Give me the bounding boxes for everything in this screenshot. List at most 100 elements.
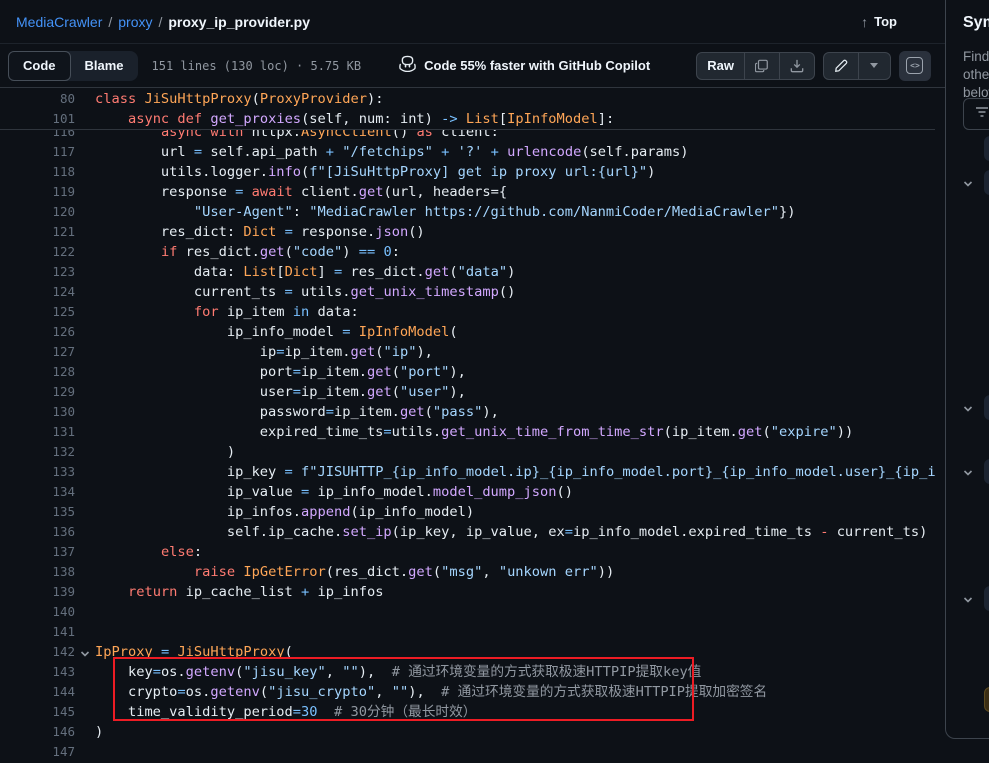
code-viewer: 116 async with httpx.AsyncClient() as cl… bbox=[0, 89, 935, 763]
line-number[interactable]: 143 bbox=[0, 662, 75, 682]
line-number[interactable]: 136 bbox=[0, 522, 75, 542]
code-token: List bbox=[243, 264, 276, 280]
code-token: = bbox=[326, 404, 334, 420]
edit-button[interactable] bbox=[823, 52, 859, 80]
line-number[interactable]: 142 bbox=[0, 642, 75, 662]
code-token bbox=[318, 704, 334, 720]
line-number[interactable]: 147 bbox=[0, 742, 75, 762]
line-number[interactable]: 131 bbox=[0, 422, 75, 442]
chevron-down-icon[interactable] bbox=[962, 593, 974, 611]
code-square-icon: <> bbox=[906, 57, 923, 74]
symbol-chip[interactable] bbox=[984, 395, 989, 420]
download-button[interactable] bbox=[780, 52, 815, 80]
chevron-down-icon[interactable] bbox=[962, 466, 974, 484]
line-number[interactable]: 138 bbox=[0, 562, 75, 582]
code-text: if res_dict.get("code") == 0: bbox=[95, 242, 400, 262]
symbol-chip[interactable] bbox=[984, 459, 989, 484]
edit-dropdown-button[interactable] bbox=[859, 52, 891, 80]
code-token: class bbox=[95, 91, 136, 107]
code-line: 123 data: List[Dict] = res_dict.get("dat… bbox=[0, 262, 935, 282]
code-token: ip_item. bbox=[334, 404, 400, 420]
line-number[interactable]: 117 bbox=[0, 142, 75, 162]
line-number[interactable]: 127 bbox=[0, 342, 75, 362]
code-token: get bbox=[367, 364, 392, 380]
line-number[interactable]: 121 bbox=[0, 222, 75, 242]
symbol-chip[interactable] bbox=[984, 586, 989, 611]
symbol-chip[interactable] bbox=[984, 687, 989, 712]
line-number[interactable]: 140 bbox=[0, 602, 75, 622]
chevron-down-icon[interactable] bbox=[962, 177, 974, 195]
code-token: "MediaCrawler https://github.com/NanmiCo… bbox=[309, 204, 779, 220]
code-token: ) bbox=[342, 244, 358, 260]
code-token: = bbox=[293, 704, 301, 720]
tab-code[interactable]: Code bbox=[8, 51, 71, 81]
code-line: 147 bbox=[0, 742, 935, 762]
code-token: ip_cache_list bbox=[177, 584, 301, 600]
code-text: url = self.api_path + "/fetchips" + '?' … bbox=[95, 142, 688, 162]
copilot-banner[interactable]: Code 55% faster with GitHub Copilot bbox=[399, 55, 650, 77]
symbols-panel-description-line: Find bbox=[963, 48, 989, 66]
code-token: info bbox=[268, 164, 301, 180]
code-text: self.ip_cache.set_ip(ip_key, ip_value, e… bbox=[95, 522, 927, 542]
code-token: in bbox=[293, 304, 309, 320]
code-token: '?' bbox=[458, 144, 483, 160]
code-token bbox=[95, 544, 161, 560]
code-token: 0 bbox=[383, 244, 391, 260]
line-number[interactable]: 120 bbox=[0, 202, 75, 222]
symbol-chip[interactable] bbox=[984, 170, 989, 195]
line-number[interactable]: 145 bbox=[0, 702, 75, 722]
code-token: get bbox=[425, 264, 450, 280]
symbol-chip[interactable] bbox=[984, 136, 989, 161]
code-line: 119 response = await client.get(url, hea… bbox=[0, 182, 935, 202]
line-number[interactable]: 122 bbox=[0, 242, 75, 262]
line-number[interactable]: 130 bbox=[0, 402, 75, 422]
line-number[interactable]: 139 bbox=[0, 582, 75, 602]
line-number[interactable]: 101 bbox=[0, 109, 75, 129]
line-number[interactable]: 144 bbox=[0, 682, 75, 702]
code-token: = bbox=[293, 364, 301, 380]
code-token: utils.logger. bbox=[95, 164, 268, 180]
copy-button[interactable] bbox=[745, 52, 780, 80]
line-number[interactable]: 132 bbox=[0, 442, 75, 462]
line-number[interactable]: 124 bbox=[0, 282, 75, 302]
line-number[interactable]: 125 bbox=[0, 302, 75, 322]
line-number[interactable]: 141 bbox=[0, 622, 75, 642]
code-token: )) bbox=[837, 424, 853, 440]
tab-blame[interactable]: Blame bbox=[71, 51, 138, 81]
raw-button[interactable]: Raw bbox=[696, 52, 745, 80]
line-number[interactable]: 146 bbox=[0, 722, 75, 742]
breadcrumb-repo-link[interactable]: MediaCrawler bbox=[16, 14, 102, 30]
code-token: utils. bbox=[392, 424, 441, 440]
code-text: time_validity_period=30 # 30分钟（最长时效） bbox=[95, 702, 476, 722]
line-number[interactable]: 128 bbox=[0, 362, 75, 382]
line-number[interactable]: 137 bbox=[0, 542, 75, 562]
code-token: ip_item bbox=[219, 304, 293, 320]
breadcrumb-dir-link[interactable]: proxy bbox=[118, 14, 152, 30]
code-token: = bbox=[161, 644, 169, 660]
line-number[interactable]: 80 bbox=[0, 89, 75, 109]
line-number[interactable]: 133 bbox=[0, 462, 75, 482]
chevron-down-icon[interactable] bbox=[962, 402, 974, 420]
line-number[interactable]: 119 bbox=[0, 182, 75, 202]
code-token: f"[JiSuHttpProxy] get ip proxy url:{url}… bbox=[309, 164, 647, 180]
symbols-panel-toggle-button[interactable]: <> bbox=[899, 51, 931, 81]
line-number[interactable]: 118 bbox=[0, 162, 75, 182]
code-line: 144 crypto=os.getenv("jisu_crypto", ""),… bbox=[0, 682, 935, 702]
code-text: port=ip_item.get("port"), bbox=[95, 362, 466, 382]
line-number[interactable]: 126 bbox=[0, 322, 75, 342]
code-token: ip_key bbox=[95, 464, 285, 480]
code-line: 129 user=ip_item.get("user"), bbox=[0, 382, 935, 402]
copilot-banner-label: Code 55% faster with GitHub Copilot bbox=[424, 58, 650, 73]
line-number[interactable]: 129 bbox=[0, 382, 75, 402]
line-number[interactable]: 134 bbox=[0, 482, 75, 502]
symbols-filter-input[interactable] bbox=[963, 98, 989, 130]
code-token: IpProxy bbox=[95, 644, 153, 660]
line-number[interactable]: 135 bbox=[0, 502, 75, 522]
code-token: password bbox=[95, 404, 326, 420]
line-number[interactable]: 123 bbox=[0, 262, 75, 282]
code-token: def bbox=[177, 111, 202, 127]
back-to-top-link[interactable]: ↑ Top bbox=[861, 14, 897, 30]
code-text: crypto=os.getenv("jisu_crypto", ""), # 通… bbox=[95, 682, 767, 702]
code-token: utils. bbox=[293, 284, 351, 300]
code-token: "data" bbox=[458, 264, 507, 280]
